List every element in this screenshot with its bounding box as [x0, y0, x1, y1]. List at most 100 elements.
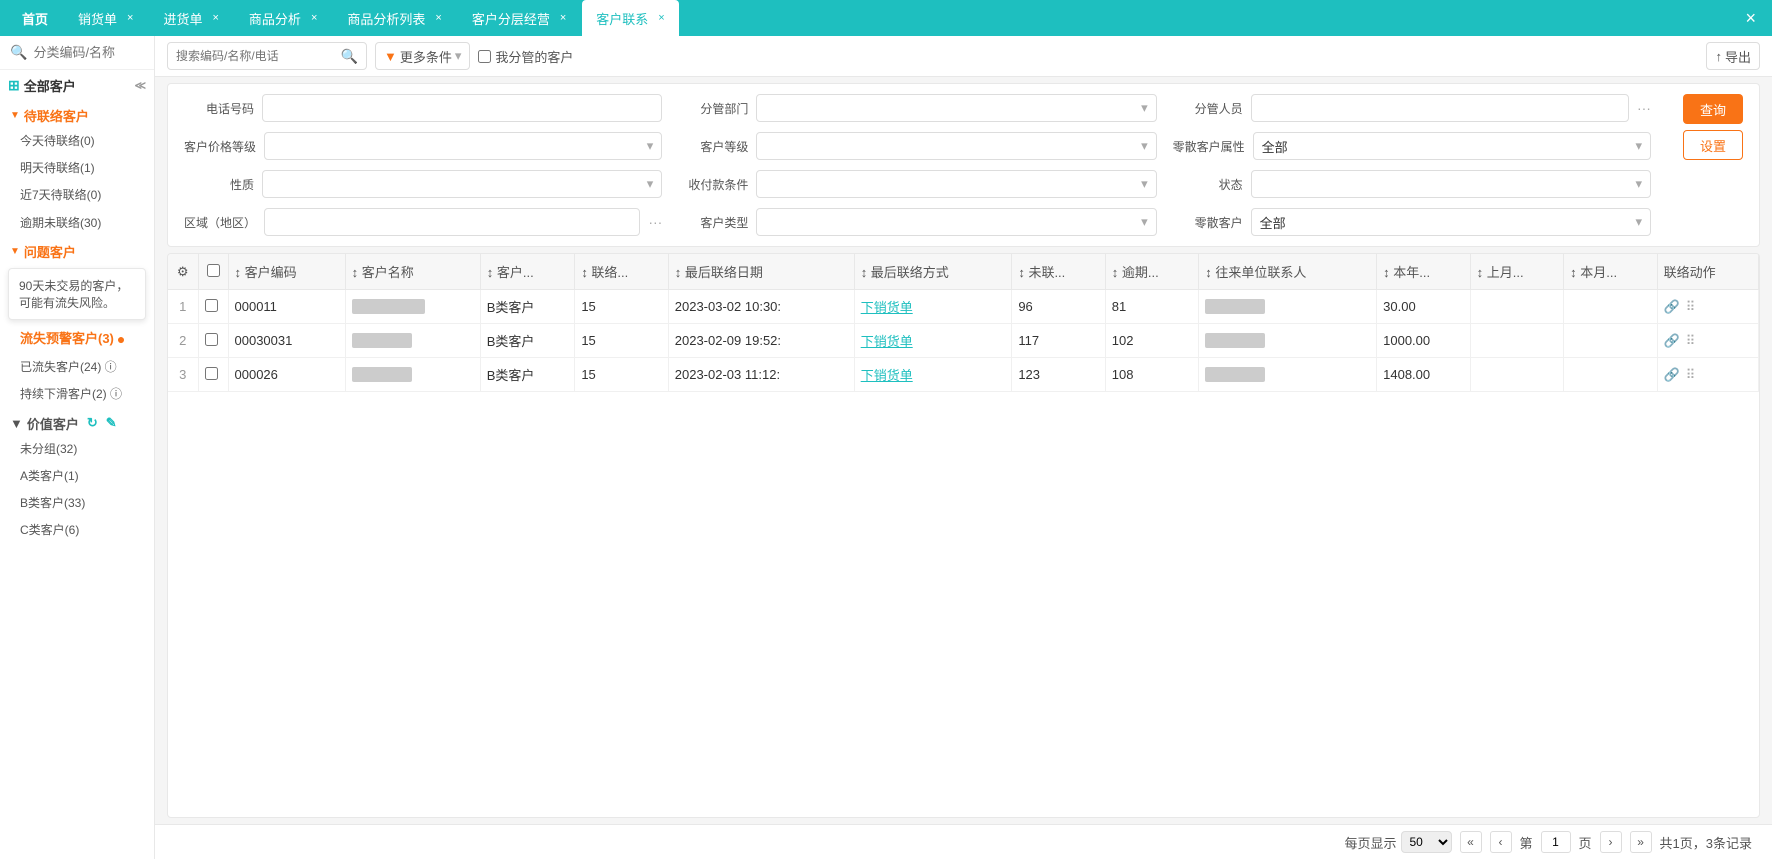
close-all-button[interactable]: × [1737, 8, 1764, 29]
close-customer-tier-icon[interactable]: × [560, 12, 566, 24]
action-link-icon-1[interactable]: 🔗 [1664, 299, 1680, 315]
customer-type-select[interactable]: ▾ [756, 208, 1156, 236]
customer-grade-select[interactable]: ▾ [756, 132, 1156, 160]
person-select[interactable] [1251, 94, 1629, 122]
refresh-icon[interactable]: ↻ [87, 415, 98, 431]
row-last-contact-method-2[interactable]: 下销货单 [854, 324, 1012, 358]
action-link-icon-2[interactable]: 🔗 [1664, 333, 1680, 349]
row-checkbox-1[interactable] [205, 299, 218, 312]
next-page-button[interactable]: › [1600, 831, 1622, 853]
row-checkbox-2[interactable] [205, 333, 218, 346]
pending-section-title[interactable]: ▼ 待联络客户 [0, 101, 154, 128]
value-section-title[interactable]: ▼ 价值客户 ↻ ✎ [0, 409, 154, 436]
close-goods-analysis-list-icon[interactable]: × [435, 12, 441, 24]
scattered-attr-select[interactable]: 全部 ▾ [1253, 132, 1651, 160]
th-checkbox[interactable] [198, 254, 228, 290]
close-customer-contact-icon[interactable]: × [658, 12, 664, 24]
price-grade-select[interactable]: ▾ [264, 132, 662, 160]
settings-button[interactable]: 设置 [1683, 130, 1743, 160]
first-page-button[interactable]: « [1460, 831, 1482, 853]
row-last-contact-method-1[interactable]: 下销货单 [854, 290, 1012, 324]
sidebar-item-week-pending[interactable]: 近7天待联络(0) [0, 182, 154, 209]
select-all-checkbox[interactable] [207, 264, 220, 277]
sidebar-item-class-b[interactable]: B类客户(33) [0, 490, 154, 517]
sidebar-item-churned[interactable]: 已流失客户(24) ⓘ [0, 354, 154, 381]
action-more-icon-2[interactable]: ⠿ [1686, 333, 1696, 349]
filter-actions: 查询 设置 [1683, 94, 1743, 160]
main-search-icon[interactable]: 🔍 [341, 48, 358, 65]
sidebar-item-class-c[interactable]: C类客户(6) [0, 517, 154, 544]
all-customers-label: 全部客户 [24, 76, 76, 95]
close-sales-icon[interactable]: × [127, 12, 133, 24]
th-name[interactable]: ↕ 客户名称 [345, 254, 480, 290]
sidebar-item-churn-warning[interactable]: 流失预警客户(3) ● [0, 324, 154, 354]
main-search-input[interactable] [176, 49, 337, 63]
nav-tab-sales[interactable]: 销货单 × [64, 0, 147, 36]
all-customers-header[interactable]: ⊞ 全部客户 ≪ [0, 70, 154, 101]
th-settings[interactable]: ⚙ [168, 254, 198, 290]
nav-tab-goods-analysis[interactable]: 商品分析 × [235, 0, 331, 36]
th-last-month-amount[interactable]: ↕ 上月... [1470, 254, 1563, 290]
sidebar-item-class-a[interactable]: A类客户(1) [0, 463, 154, 490]
region-select[interactable] [264, 208, 640, 236]
row-checkbox-3[interactable] [205, 367, 218, 380]
contact-method-link-2[interactable]: 下销货单 [861, 334, 913, 349]
nav-tab-customer-tier[interactable]: 客户分层经营 × [458, 0, 580, 36]
th-last-contact-method[interactable]: ↕ 最后联络方式 [854, 254, 1012, 290]
status-select[interactable]: ▾ [1251, 170, 1651, 198]
sidebar-item-tomorrow-pending[interactable]: 明天待联络(1) [0, 155, 154, 182]
nav-tab-home[interactable]: 首页 [8, 0, 62, 36]
th-overdue-days[interactable]: ↕ 逾期... [1105, 254, 1198, 290]
nav-tab-goods-analysis-list[interactable]: 商品分析列表 × [333, 0, 455, 36]
th-this-month-amount[interactable]: ↕ 本月... [1564, 254, 1657, 290]
last-page-button[interactable]: » [1630, 831, 1652, 853]
sidebar-item-overdue[interactable]: 逾期未联络(30) [0, 210, 154, 237]
region-dots-icon[interactable]: ··· [648, 214, 662, 230]
th-type[interactable]: ↕ 客户... [480, 254, 575, 290]
row-cb-2[interactable] [198, 324, 228, 358]
nature-select[interactable]: ▾ [262, 170, 662, 198]
page-number-input[interactable] [1541, 831, 1571, 853]
nav-tab-purchase[interactable]: 进货单 × [149, 0, 232, 36]
th-unit-contact[interactable]: ↕ 往来单位联系人 [1199, 254, 1377, 290]
sidebar-search-input[interactable] [33, 45, 155, 60]
contact-method-link-3[interactable]: 下销货单 [861, 368, 913, 383]
th-year-amount[interactable]: ↕ 本年... [1377, 254, 1471, 290]
action-more-icon-3[interactable]: ⠿ [1686, 367, 1696, 383]
sidebar-item-today-pending[interactable]: 今天待联络(0) [0, 128, 154, 155]
prev-page-button[interactable]: ‹ [1490, 831, 1512, 853]
sidebar: 🔍 ⊞ 全部客户 ≪ ▼ 待联络客户 今天待联络(0) 明天待联络(1) 近7天… [0, 36, 155, 859]
action-link-icon-3[interactable]: 🔗 [1664, 367, 1680, 383]
payment-select[interactable]: ▾ [756, 170, 1156, 198]
sidebar-item-ungrouped[interactable]: 未分组(32) [0, 436, 154, 463]
dept-select[interactable]: ▾ [756, 94, 1156, 122]
th-contact-count[interactable]: ↕ 联络... [575, 254, 668, 290]
row-cb-3[interactable] [198, 358, 228, 392]
export-button[interactable]: ↑ 导出 [1706, 42, 1760, 70]
row-last-contact-method-3[interactable]: 下销货单 [854, 358, 1012, 392]
scattered-select[interactable]: 全部 ▾ [1251, 208, 1651, 236]
th-no-contact-days[interactable]: ↕ 未联... [1012, 254, 1105, 290]
row-contact-count-1: 15 [575, 290, 668, 324]
th-last-contact-date[interactable]: ↕ 最后联络日期 [668, 254, 854, 290]
nav-tab-customer-contact[interactable]: 客户联系 × [582, 0, 678, 36]
settings-icon[interactable]: ⚙ [177, 264, 189, 279]
row-cb-1[interactable] [198, 290, 228, 324]
sidebar-item-declining[interactable]: 持续下滑客户(2) ⓘ [0, 381, 154, 408]
my-customers-checkbox[interactable] [478, 50, 491, 63]
th-code[interactable]: ↕ 客户编码 [228, 254, 345, 290]
table-body: 1 000011 ████████ B类客户 15 2023-03-02 10:… [168, 290, 1759, 392]
query-button[interactable]: 查询 [1683, 94, 1743, 124]
contact-method-link-1[interactable]: 下销货单 [861, 300, 913, 315]
close-goods-analysis-icon[interactable]: × [311, 12, 317, 24]
edit-icon[interactable]: ✎ [106, 415, 117, 431]
my-customers-checkbox-wrap[interactable]: 我分管的客户 [478, 47, 573, 66]
page-size-dropdown[interactable]: 50 100 [1401, 831, 1452, 853]
customer-table: ⚙ ↕ 客户编码 ↕ 客户名称 ↕ 客户... [168, 254, 1759, 392]
person-dots-icon[interactable]: ··· [1637, 100, 1651, 116]
more-conditions-button[interactable]: ▼ 更多条件 ▾ [375, 42, 470, 70]
phone-input[interactable] [262, 94, 662, 122]
close-purchase-icon[interactable]: × [212, 12, 218, 24]
problem-section-title[interactable]: ▼ 问题客户 [0, 237, 154, 264]
action-more-icon-1[interactable]: ⠿ [1686, 299, 1696, 315]
